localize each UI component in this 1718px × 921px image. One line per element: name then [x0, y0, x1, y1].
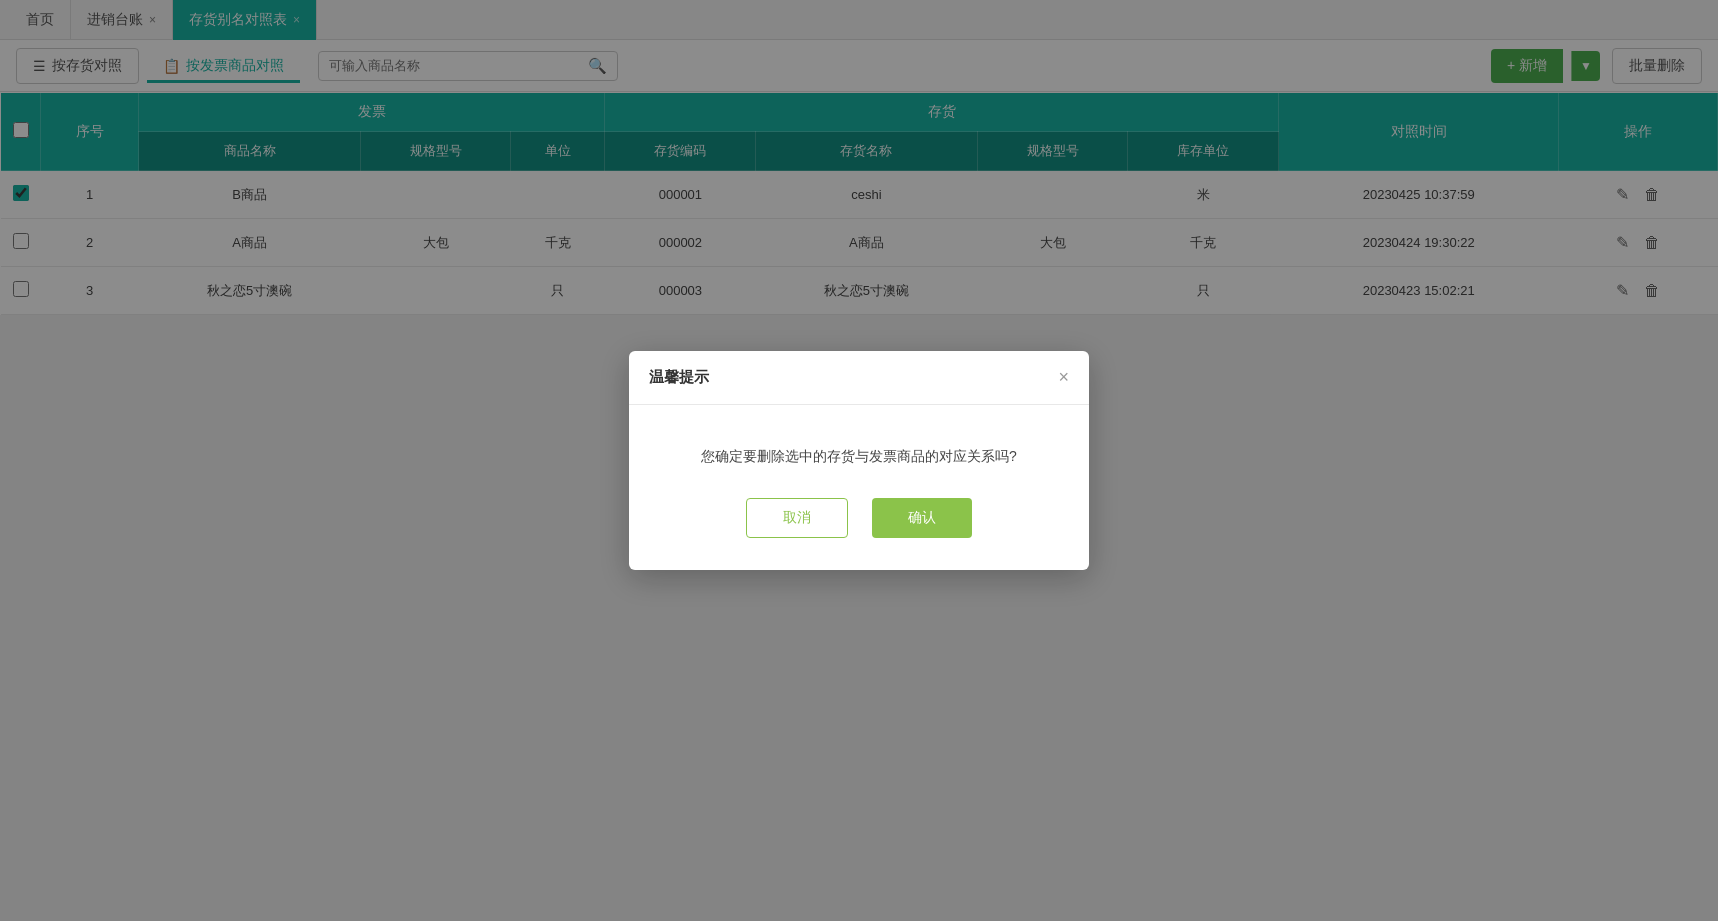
- overlay: 温馨提示 × 您确定要删除选中的存货与发票商品的对应关系吗? 取消 确认: [0, 0, 1718, 315]
